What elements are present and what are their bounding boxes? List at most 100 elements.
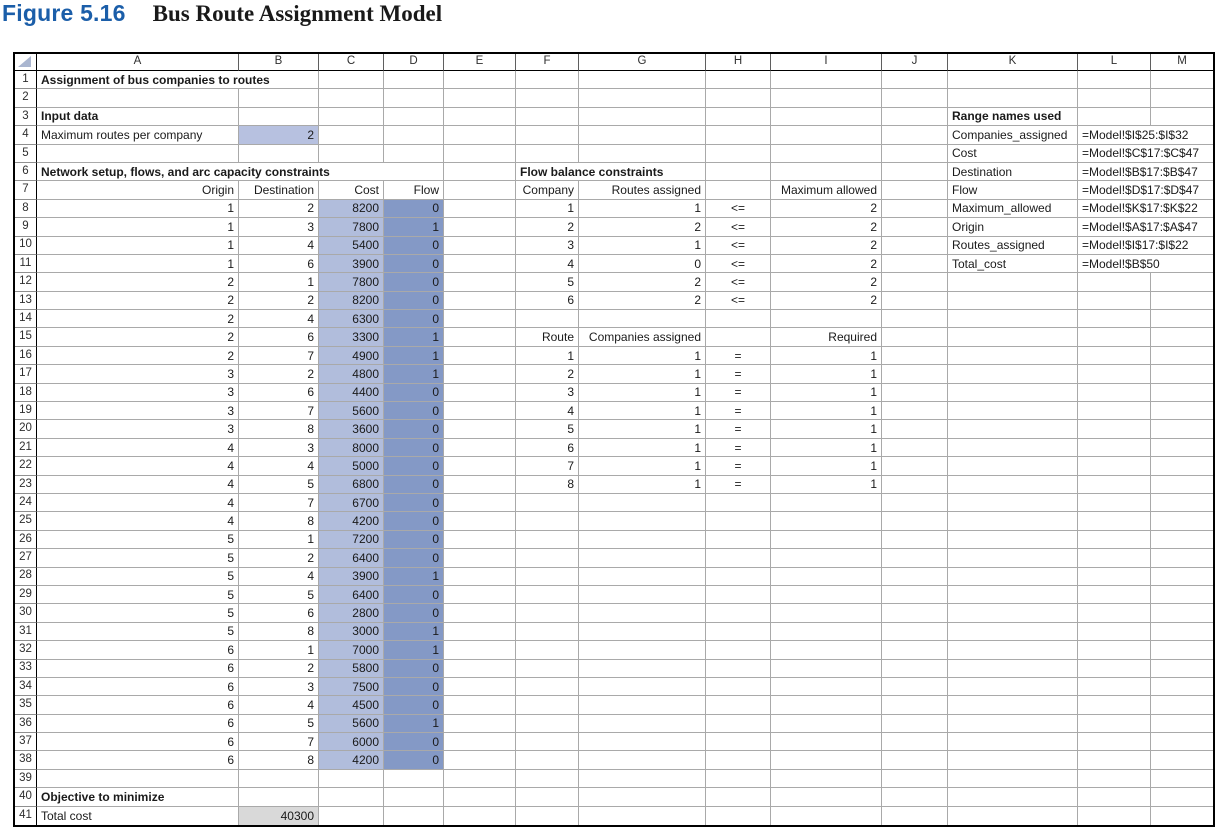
cell-L12[interactable] (1078, 273, 1151, 291)
row-header-31[interactable]: 31 (15, 623, 37, 641)
cell-J26[interactable] (882, 531, 948, 549)
cell-L39[interactable] (1078, 770, 1151, 788)
cell-D33[interactable]: 0 (384, 660, 444, 678)
cell-F1[interactable] (516, 71, 579, 89)
cell-D19[interactable]: 0 (384, 402, 444, 420)
cell-J5[interactable] (882, 145, 948, 163)
row-header-18[interactable]: 18 (15, 384, 37, 402)
cell-A29[interactable]: 5 (37, 586, 239, 604)
cell-C2[interactable] (319, 89, 384, 107)
cell-F2[interactable] (516, 89, 579, 107)
cell-J34[interactable] (882, 678, 948, 696)
cell-I30[interactable] (771, 604, 882, 622)
cell-M1[interactable] (1151, 71, 1213, 89)
column-header-M[interactable]: M (1151, 54, 1213, 71)
cell-F13[interactable]: 6 (516, 292, 579, 310)
row-header-8[interactable]: 8 (15, 200, 37, 218)
cell-A9[interactable]: 1 (37, 218, 239, 236)
cell-J16[interactable] (882, 347, 948, 365)
cell-C19[interactable]: 5600 (319, 402, 384, 420)
cell-G23[interactable]: 1 (579, 476, 706, 494)
cell-G5[interactable] (579, 145, 706, 163)
cell-F37[interactable] (516, 733, 579, 751)
cell-C17[interactable]: 4800 (319, 365, 384, 383)
cell-J41[interactable] (882, 807, 948, 825)
cell-K10[interactable]: Routes_assigned (948, 237, 1078, 255)
cell-L27[interactable] (1078, 549, 1151, 567)
cell-F4[interactable] (516, 126, 579, 144)
cell-G28[interactable] (579, 568, 706, 586)
cell-F8[interactable]: 1 (516, 200, 579, 218)
cell-A23[interactable]: 4 (37, 476, 239, 494)
cell-G30[interactable] (579, 604, 706, 622)
cell-A33[interactable]: 6 (37, 660, 239, 678)
cell-C24[interactable]: 6700 (319, 494, 384, 512)
cell-K3[interactable]: Range names used (948, 108, 1078, 126)
cell-F10[interactable]: 3 (516, 237, 579, 255)
cell-H33[interactable] (706, 660, 771, 678)
cell-B26[interactable]: 1 (239, 531, 319, 549)
cell-A12[interactable]: 2 (37, 273, 239, 291)
cell-C7[interactable]: Cost (319, 181, 384, 199)
cell-D4[interactable] (384, 126, 444, 144)
row-header-12[interactable]: 12 (15, 273, 37, 291)
cell-E16[interactable] (444, 347, 516, 365)
cell-L25[interactable] (1078, 512, 1151, 530)
cell-E32[interactable] (444, 641, 516, 659)
cell-F35[interactable] (516, 696, 579, 714)
cell-I20[interactable]: 1 (771, 420, 882, 438)
cell-E22[interactable] (444, 457, 516, 475)
cell-C22[interactable]: 5000 (319, 457, 384, 475)
cell-F34[interactable] (516, 678, 579, 696)
cell-E19[interactable] (444, 402, 516, 420)
cell-A10[interactable]: 1 (37, 237, 239, 255)
cell-I21[interactable]: 1 (771, 439, 882, 457)
cell-I18[interactable]: 1 (771, 384, 882, 402)
row-header-39[interactable]: 39 (15, 770, 37, 788)
column-header-D[interactable]: D (384, 54, 444, 71)
cell-B31[interactable]: 8 (239, 623, 319, 641)
cell-E9[interactable] (444, 218, 516, 236)
cell-B36[interactable]: 5 (239, 715, 319, 733)
cell-B37[interactable]: 7 (239, 733, 319, 751)
row-header-11[interactable]: 11 (15, 255, 37, 273)
cell-D8[interactable]: 0 (384, 200, 444, 218)
cell-A26[interactable]: 5 (37, 531, 239, 549)
row-header-33[interactable]: 33 (15, 660, 37, 678)
row-header-10[interactable]: 10 (15, 237, 37, 255)
cell-H9[interactable]: <= (706, 218, 771, 236)
row-header-29[interactable]: 29 (15, 586, 37, 604)
cell-A1[interactable]: Assignment of bus companies to routes (37, 71, 319, 89)
cell-B16[interactable]: 7 (239, 347, 319, 365)
cell-A37[interactable]: 6 (37, 733, 239, 751)
cell-G18[interactable]: 1 (579, 384, 706, 402)
cell-M31[interactable] (1151, 623, 1213, 641)
cell-M22[interactable] (1151, 457, 1213, 475)
cell-K20[interactable] (948, 420, 1078, 438)
cell-K36[interactable] (948, 715, 1078, 733)
cell-I27[interactable] (771, 549, 882, 567)
cell-E37[interactable] (444, 733, 516, 751)
cell-B28[interactable]: 4 (239, 568, 319, 586)
cell-L5[interactable]: =Model!$C$17:$C$47 (1078, 145, 1213, 163)
cell-H10[interactable]: <= (706, 237, 771, 255)
cell-I3[interactable] (771, 108, 882, 126)
cell-K34[interactable] (948, 678, 1078, 696)
cell-L24[interactable] (1078, 494, 1151, 512)
cell-I14[interactable] (771, 310, 882, 328)
cell-M16[interactable] (1151, 347, 1213, 365)
cell-G17[interactable]: 1 (579, 365, 706, 383)
cell-K32[interactable] (948, 641, 1078, 659)
cell-K17[interactable] (948, 365, 1078, 383)
cell-G35[interactable] (579, 696, 706, 714)
cell-J21[interactable] (882, 439, 948, 457)
cell-E20[interactable] (444, 420, 516, 438)
cell-E36[interactable] (444, 715, 516, 733)
cell-E30[interactable] (444, 604, 516, 622)
cell-E34[interactable] (444, 678, 516, 696)
cell-I7[interactable]: Maximum allowed (771, 181, 882, 199)
column-header-J[interactable]: J (882, 54, 948, 71)
cell-G27[interactable] (579, 549, 706, 567)
cell-H17[interactable]: = (706, 365, 771, 383)
cell-B40[interactable] (239, 788, 319, 806)
